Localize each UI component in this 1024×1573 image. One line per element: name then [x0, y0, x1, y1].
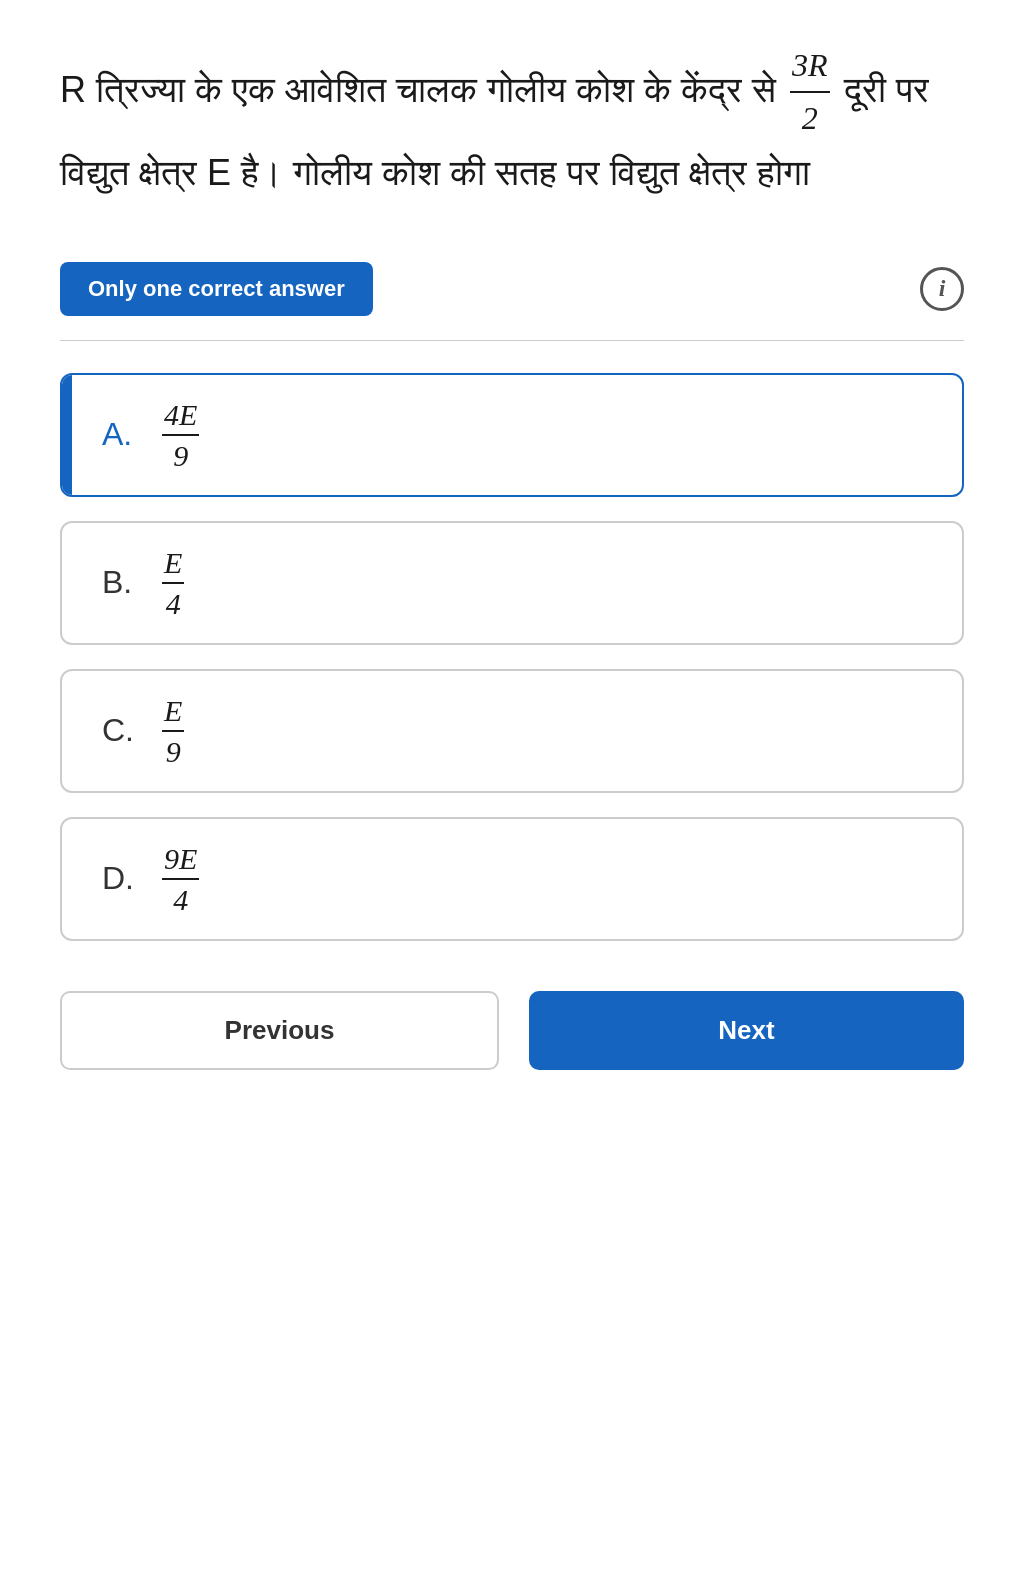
option-D-numerator: 9E [162, 839, 199, 880]
option-B[interactable]: B. E 4 [60, 521, 964, 645]
option-C-label: C. [102, 712, 162, 749]
option-B-content: B. E 4 [72, 523, 962, 643]
option-D-fraction: 9E 4 [162, 839, 199, 919]
option-C-numerator: E [162, 691, 184, 732]
question-fraction-3R2: 3R 2 [790, 40, 830, 144]
answer-type-badge: Only one correct answer [60, 262, 373, 316]
option-D-sidebar [62, 819, 72, 939]
next-button[interactable]: Next [529, 991, 964, 1070]
previous-button[interactable]: Previous [60, 991, 499, 1070]
option-C-value: E 9 [162, 691, 184, 771]
option-B-fraction: E 4 [162, 543, 184, 623]
option-A-fraction: 4E 9 [162, 395, 199, 475]
bottom-navigation: Previous Next [60, 991, 964, 1070]
option-A-sidebar [62, 375, 72, 495]
option-A-numerator: 4E [162, 395, 199, 436]
answer-type-row: Only one correct answer i [60, 262, 964, 316]
option-B-sidebar [62, 523, 72, 643]
option-A-value: 4E 9 [162, 395, 199, 475]
option-A[interactable]: A. 4E 9 [60, 373, 964, 497]
fraction-3R-numerator: 3R [790, 40, 830, 93]
page-container: R त्रिज्या के एक आवेशित चालक गोलीय कोश क… [0, 0, 1024, 1573]
option-B-value: E 4 [162, 543, 184, 623]
info-icon[interactable]: i [920, 267, 964, 311]
option-C-content: C. E 9 [72, 671, 962, 791]
option-A-label: A. [102, 416, 162, 453]
option-B-denominator: 4 [164, 584, 183, 623]
option-D-content: D. 9E 4 [72, 819, 962, 939]
options-container: A. 4E 9 B. E 4 [60, 373, 964, 941]
section-divider [60, 340, 964, 341]
option-A-content: A. 4E 9 [72, 375, 962, 495]
option-B-label: B. [102, 564, 162, 601]
option-C-sidebar [62, 671, 72, 791]
option-B-numerator: E [162, 543, 184, 584]
option-C-fraction: E 9 [162, 691, 184, 771]
fraction-3R-denominator: 2 [800, 93, 820, 144]
option-C[interactable]: C. E 9 [60, 669, 964, 793]
option-D[interactable]: D. 9E 4 [60, 817, 964, 941]
option-D-value: 9E 4 [162, 839, 199, 919]
option-C-denominator: 9 [164, 732, 183, 771]
option-A-denominator: 9 [171, 436, 190, 475]
question-text-part1: R त्रिज्या के एक आवेशित चालक गोलीय कोश क… [60, 69, 776, 110]
option-D-label: D. [102, 860, 162, 897]
option-D-denominator: 4 [171, 880, 190, 919]
question-text: R त्रिज्या के एक आवेशित चालक गोलीय कोश क… [60, 40, 964, 202]
